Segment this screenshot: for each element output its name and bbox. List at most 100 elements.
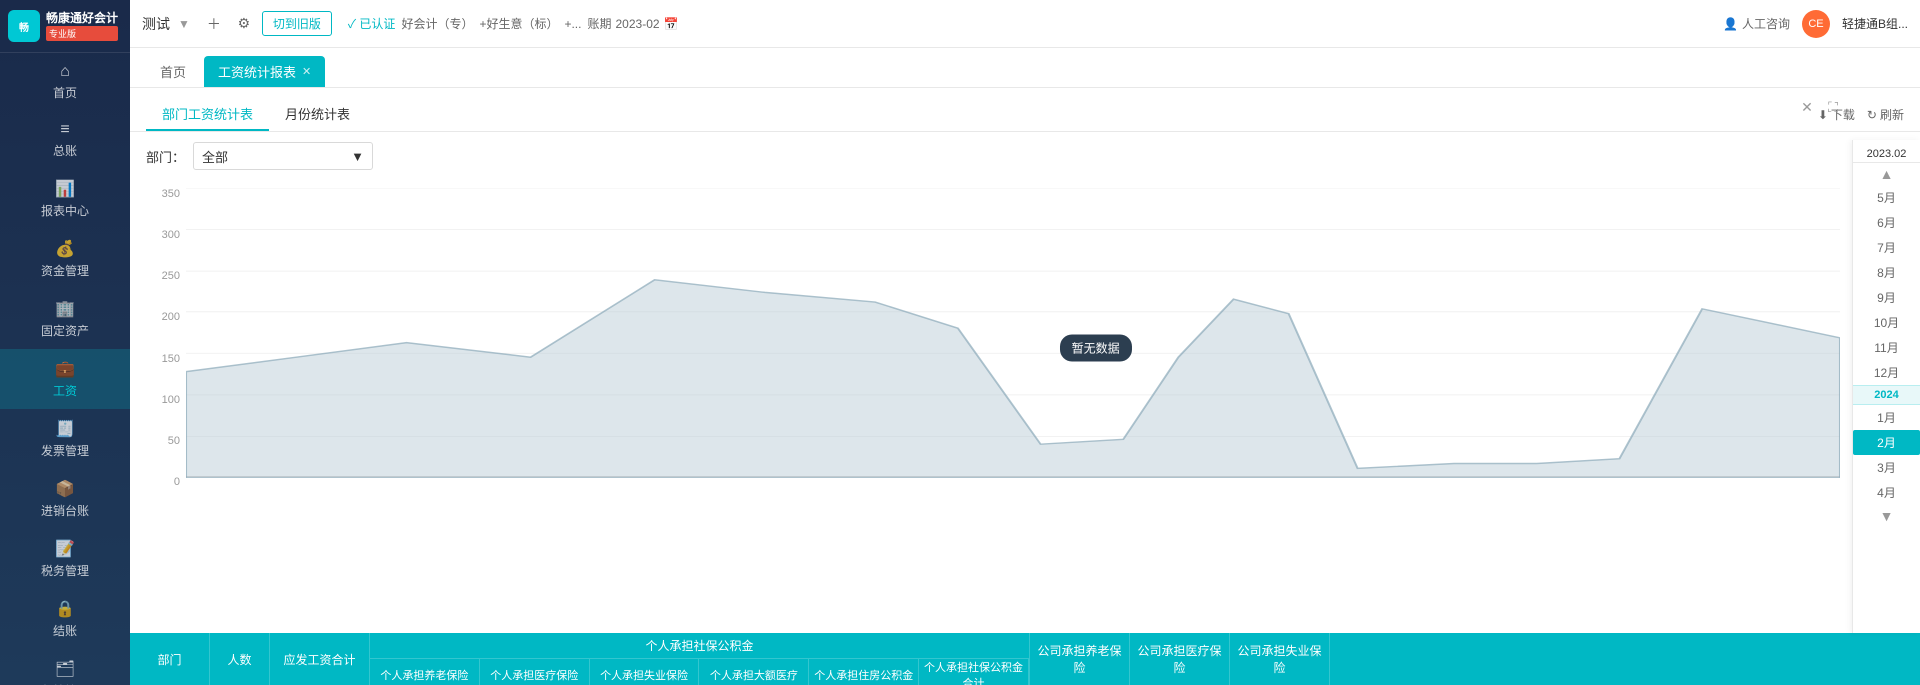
reports-icon: 📊 xyxy=(55,179,75,199)
sidebar-item-archive[interactable]: 🗂 归档管理 xyxy=(0,649,130,685)
y-label-250: 250 xyxy=(162,270,180,282)
topbar-right: 👤 人工咨询 CE 轻捷通B组... xyxy=(1723,10,1908,38)
user-name[interactable]: 轻捷通B组... xyxy=(1842,15,1908,32)
subtab-monthly[interactable]: 月份统计表 xyxy=(269,98,366,131)
status-badges: ✓ 已认证 好会计（专） +好生意（标） +... 账期 2023-02 📅 xyxy=(348,15,679,32)
content-top-actions: ✕ ⛶ xyxy=(1796,96,1844,118)
sidebar-item-tax[interactable]: 📝 税务管理 xyxy=(0,529,130,589)
th-company-unemployment: 公司承担失业保险 xyxy=(1230,633,1330,685)
th-personal-large-medical: 个人承担大额医疗 xyxy=(699,659,809,685)
sidebar-item-invoice[interactable]: 🧾 发票管理 xyxy=(0,409,130,469)
user-avatar[interactable]: CE xyxy=(1802,10,1830,38)
sidebar-item-label: 首页 xyxy=(53,84,77,101)
date-next-button[interactable]: ▼ xyxy=(1853,505,1920,527)
dept-filter-select[interactable]: 全部 ▼ xyxy=(193,142,373,170)
tax-icon: 📝 xyxy=(55,539,75,559)
switch-version-button[interactable]: 切到旧版 xyxy=(262,11,332,36)
tab-close-icon[interactable]: ✕ xyxy=(302,65,311,78)
sidebar-item-assets[interactable]: 🏢 固定资产 xyxy=(0,289,130,349)
th-personal-group-title: 个人承担社保公积金 xyxy=(370,633,1029,659)
sidebar-item-home[interactable]: ⌂ 首页 xyxy=(0,53,130,111)
th-personal-pension: 个人承担养老保险 xyxy=(370,659,480,685)
sidebar-item-label: 总账 xyxy=(53,142,77,159)
date-month-2-active[interactable]: 2月 xyxy=(1853,430,1920,455)
sidebar-item-funds[interactable]: 💰 资金管理 xyxy=(0,229,130,289)
ledger-icon: ≡ xyxy=(60,121,69,139)
more-badge: +... xyxy=(564,17,581,31)
select-arrow-icon: ▼ xyxy=(351,149,364,164)
date-month-7[interactable]: 7月 xyxy=(1853,235,1920,260)
y-label-50: 50 xyxy=(168,435,180,447)
refresh-button[interactable]: ↻ 刷新 xyxy=(1867,106,1904,123)
y-label-350: 350 xyxy=(162,188,180,200)
good-business-badge: +好生意（标） xyxy=(479,15,558,32)
logo-text: 畅康通好会计 专业版 xyxy=(46,11,118,42)
closing-icon: 🔒 xyxy=(55,599,75,619)
th-personal-group: 个人承担社保公积金 个人承担养老保险 个人承担医疗保险 个人承担失业保险 个人承… xyxy=(370,633,1030,685)
date-month-1[interactable]: 1月 xyxy=(1853,405,1920,430)
date-month-9[interactable]: 9月 xyxy=(1853,285,1920,310)
date-month-5[interactable]: 5月 xyxy=(1853,185,1920,210)
date-month-12[interactable]: 12月 xyxy=(1853,360,1920,385)
dept-filter-label: 部门： xyxy=(146,147,185,166)
y-label-150: 150 xyxy=(162,353,180,365)
service-button[interactable]: 👤 人工咨询 xyxy=(1723,15,1790,32)
dropdown-arrow-icon[interactable]: ▼ xyxy=(178,17,190,31)
sidebar-item-closing[interactable]: 🔒 结账 xyxy=(0,589,130,649)
calendar-icon[interactable]: 📅 xyxy=(664,17,679,31)
date-month-10[interactable]: 10月 xyxy=(1853,310,1920,335)
service-icon: 👤 xyxy=(1723,17,1738,31)
date-month-3[interactable]: 3月 xyxy=(1853,455,1920,480)
th-personal-housing: 个人承担住房公积金 xyxy=(809,659,919,685)
th-personal-medical: 个人承担医疗保险 xyxy=(480,659,590,685)
th-personal-total: 个人承担社保公积金合计 xyxy=(919,659,1029,685)
sales-icon: 📦 xyxy=(55,479,75,499)
chart-area: 350 300 250 200 150 100 50 0 xyxy=(130,180,1920,633)
sidebar-nav: ⌂ 首页 ≡ 总账 📊 报表中心 💰 资金管理 🏢 固定资产 💼 工资 🧾 发票… xyxy=(0,53,130,685)
topbar-actions: ＋ ⚙ 切到旧版 xyxy=(202,11,332,36)
main-area: 测试 ▼ ＋ ⚙ 切到旧版 ✓ 已认证 好会计（专） +好生意（标） +... … xyxy=(130,0,1920,685)
logo-icon: 畅 xyxy=(8,10,40,42)
company-title: 测试 xyxy=(142,14,170,34)
date-month-4[interactable]: 4月 xyxy=(1853,480,1920,505)
close-panel-button[interactable]: ✕ xyxy=(1796,96,1818,118)
assets-icon: 🏢 xyxy=(55,299,75,319)
sub-tabs: 部门工资统计表 月份统计表 xyxy=(146,98,366,131)
sidebar-item-sales[interactable]: 📦 进销台账 xyxy=(0,469,130,529)
y-label-0: 0 xyxy=(174,476,180,488)
date-month-6[interactable]: 6月 xyxy=(1853,210,1920,235)
funds-icon: 💰 xyxy=(55,239,75,259)
th-personal-group-cells: 个人承担养老保险 个人承担医疗保险 个人承担失业保险 个人承担大额医疗 个人承担… xyxy=(370,659,1029,685)
date-prev-button[interactable]: ▲ xyxy=(1853,163,1920,185)
th-dept: 部门 xyxy=(130,633,210,685)
date-month-11[interactable]: 11月 xyxy=(1853,335,1920,360)
sidebar-item-label: 税务管理 xyxy=(41,562,89,579)
sidebar-item-label: 发票管理 xyxy=(41,442,89,459)
salary-icon: 💼 xyxy=(55,359,75,379)
sidebar-item-label: 工资 xyxy=(53,382,77,399)
chart-svg xyxy=(186,188,1840,478)
sidebar-item-salary[interactable]: 💼 工资 xyxy=(0,349,130,409)
subtab-dept[interactable]: 部门工资统计表 xyxy=(146,98,269,131)
sidebar: 畅 畅康通好会计 专业版 ⌂ 首页 ≡ 总账 📊 报表中心 💰 资金管理 🏢 固… xyxy=(0,0,130,685)
th-company-pension: 公司承担养老保险 xyxy=(1030,633,1130,685)
certified-badge: ✓ 已认证 xyxy=(348,15,396,32)
invoice-icon: 🧾 xyxy=(55,419,75,439)
period-label: 账期 2023-02 📅 xyxy=(587,15,678,32)
settings-button[interactable]: ⚙ xyxy=(232,12,256,36)
tab-salary-report[interactable]: 工资统计报表 ✕ xyxy=(204,56,325,87)
home-icon: ⌂ xyxy=(60,63,70,81)
add-button[interactable]: ＋ xyxy=(202,12,226,36)
expand-panel-button[interactable]: ⛶ xyxy=(1822,96,1844,118)
refresh-icon: ↻ xyxy=(1867,108,1877,122)
table-header: 部门 人数 应发工资合计 个人承担社保公积金 个人承担养老保险 个人承担医疗保险… xyxy=(130,633,1920,685)
date-panel: 2023.02 ▲ 5月 6月 7月 8月 9月 10月 11月 12月 202… xyxy=(1852,140,1920,633)
top-bar: 测试 ▼ ＋ ⚙ 切到旧版 ✓ 已认证 好会计（专） +好生意（标） +... … xyxy=(130,0,1920,48)
sidebar-item-reports[interactable]: 📊 报表中心 xyxy=(0,169,130,229)
th-company-medical: 公司承担医疗保险 xyxy=(1130,633,1230,685)
tab-home[interactable]: 首页 xyxy=(146,56,200,87)
archive-icon: 🗂 xyxy=(55,659,75,679)
sidebar-item-ledger[interactable]: ≡ 总账 xyxy=(0,111,130,169)
content-wrapper: ✕ ⛶ 部门工资统计表 月份统计表 ⬇ 下载 ↻ 刷新 xyxy=(130,88,1920,685)
date-month-8[interactable]: 8月 xyxy=(1853,260,1920,285)
